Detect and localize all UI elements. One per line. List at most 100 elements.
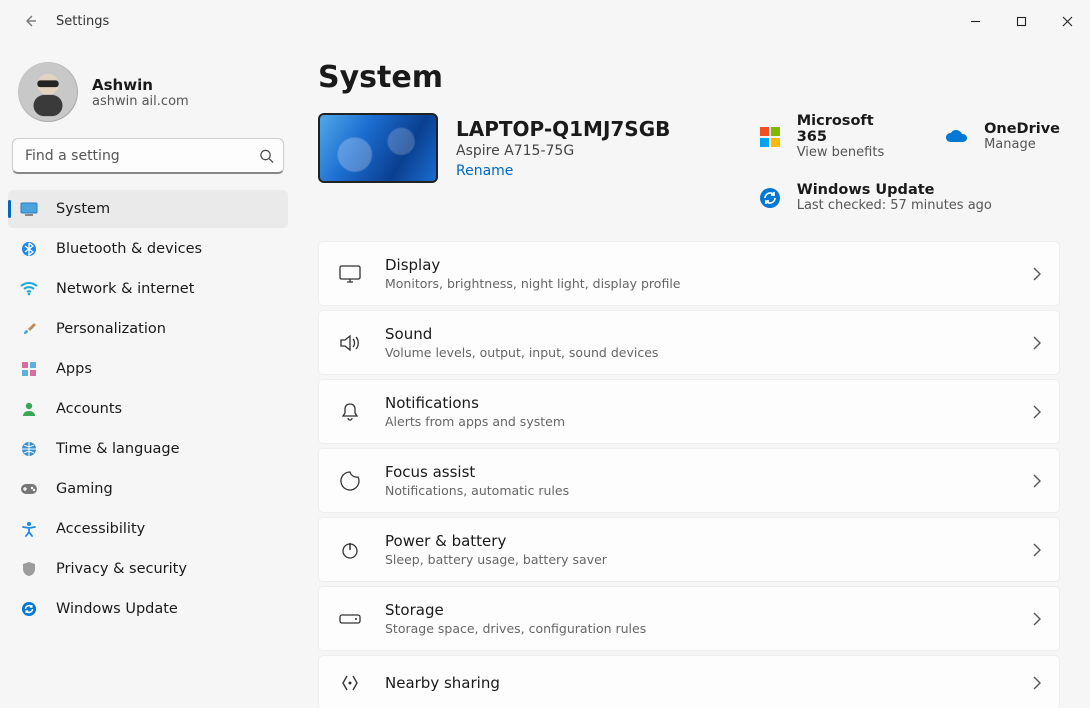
- card-sub: Volume levels, output, input, sound devi…: [385, 345, 658, 360]
- arrow-left-icon: [22, 13, 38, 29]
- promo-onedrive[interactable]: OneDrive Manage: [944, 113, 1060, 160]
- card-title: Power & battery: [385, 532, 607, 550]
- card-sub: Storage space, drives, configuration rul…: [385, 621, 646, 636]
- card-title: Storage: [385, 601, 646, 619]
- sidebar-item-label: Personalization: [56, 321, 166, 337]
- profile-block[interactable]: Ashwin ashwin ail.com: [18, 62, 288, 122]
- card-title: Sound: [385, 325, 658, 343]
- card-sub: Alerts from apps and system: [385, 414, 565, 429]
- search-icon: [259, 149, 274, 164]
- chevron-right-icon: [1033, 676, 1041, 690]
- minimize-button[interactable]: [952, 4, 998, 38]
- promo-title: OneDrive: [984, 121, 1060, 137]
- maximize-button[interactable]: [998, 4, 1044, 38]
- card-notifications[interactable]: Notifications Alerts from apps and syste…: [318, 379, 1060, 444]
- sidebar-item-apps[interactable]: Apps: [8, 350, 288, 388]
- card-sub: Monitors, brightness, night light, displ…: [385, 276, 680, 291]
- sidebar-item-label: Gaming: [56, 481, 113, 497]
- search-input[interactable]: [12, 138, 284, 174]
- close-icon: [1062, 16, 1073, 27]
- rename-link[interactable]: Rename: [456, 163, 670, 179]
- gaming-icon: [20, 480, 38, 498]
- card-sound[interactable]: Sound Volume levels, output, input, soun…: [318, 310, 1060, 375]
- main: System LAPTOP-Q1MJ7SGB Aspire A715-75G R…: [300, 42, 1090, 708]
- apps-icon: [20, 360, 38, 378]
- sidebar-item-label: Accessibility: [56, 521, 145, 537]
- sidebar-item-label: Windows Update: [56, 601, 178, 617]
- promo-sub: View benefits: [797, 145, 908, 160]
- close-button[interactable]: [1044, 4, 1090, 38]
- profile-email: ashwin ail.com: [92, 94, 189, 109]
- card-sub: Notifications, automatic rules: [385, 483, 569, 498]
- focus-icon: [337, 468, 363, 494]
- accounts-icon: [20, 400, 38, 418]
- card-nearby[interactable]: Nearby sharing: [318, 655, 1060, 708]
- promo-title: Windows Update: [797, 182, 992, 198]
- chevron-right-icon: [1033, 336, 1041, 350]
- sidebar-item-label: Accounts: [56, 401, 122, 417]
- titlebar: Settings: [0, 0, 1090, 42]
- card-title: Notifications: [385, 394, 565, 412]
- nearby-icon: [337, 670, 363, 696]
- power-icon: [337, 537, 363, 563]
- display-icon: [337, 261, 363, 287]
- sidebar-item-label: Privacy & security: [56, 561, 187, 577]
- header-row: LAPTOP-Q1MJ7SGB Aspire A715-75G Rename M…: [318, 113, 1060, 213]
- sidebar-item-label: System: [56, 201, 110, 217]
- minimize-icon: [970, 16, 981, 27]
- sidebar-item-accounts[interactable]: Accounts: [8, 390, 288, 428]
- card-display[interactable]: Display Monitors, brightness, night ligh…: [318, 241, 1060, 306]
- chevron-right-icon: [1033, 543, 1041, 557]
- promo-title: Microsoft 365: [797, 113, 908, 145]
- sidebar-item-label: Bluetooth & devices: [56, 241, 202, 257]
- brush-icon: [20, 320, 38, 338]
- promo-sub: Manage: [984, 137, 1060, 152]
- nav: System Bluetooth & devices Network & inter…: [8, 190, 288, 628]
- accessibility-icon: [20, 520, 38, 538]
- back-button[interactable]: [12, 3, 48, 39]
- sidebar-item-brush[interactable]: Personalization: [8, 310, 288, 348]
- sidebar: Ashwin ashwin ail.com System Bluetooth & …: [0, 42, 300, 708]
- chevron-right-icon: [1033, 612, 1041, 626]
- card-title: Display: [385, 256, 680, 274]
- bluetooth-icon: [20, 240, 38, 258]
- sound-icon: [337, 330, 363, 356]
- chevron-right-icon: [1033, 405, 1041, 419]
- device-block: LAPTOP-Q1MJ7SGB Aspire A715-75G Rename: [318, 113, 757, 183]
- sidebar-item-wifi[interactable]: Network & internet: [8, 270, 288, 308]
- windows-update-icon: [757, 185, 783, 211]
- card-storage[interactable]: Storage Storage space, drives, configura…: [318, 586, 1060, 651]
- system-icon: [20, 200, 38, 218]
- settings-cards: Display Monitors, brightness, night ligh…: [318, 241, 1060, 708]
- microsoft-365-icon: [757, 124, 783, 150]
- device-thumbnail: [318, 113, 438, 183]
- promo-microsoft-365[interactable]: Microsoft 365 View benefits: [757, 113, 908, 160]
- sidebar-item-label: Network & internet: [56, 281, 194, 297]
- chevron-right-icon: [1033, 267, 1041, 281]
- device-model: Aspire A715-75G: [456, 143, 670, 159]
- sidebar-item-privacy[interactable]: Privacy & security: [8, 550, 288, 588]
- device-name: LAPTOP-Q1MJ7SGB: [456, 117, 670, 141]
- onedrive-icon: [944, 124, 970, 150]
- notifications-icon: [337, 399, 363, 425]
- sidebar-item-time-language[interactable]: Time & language: [8, 430, 288, 468]
- maximize-icon: [1016, 16, 1027, 27]
- promo-sub: Last checked: 57 minutes ago: [797, 198, 992, 213]
- sidebar-item-label: Time & language: [56, 441, 180, 457]
- sidebar-item-update[interactable]: Windows Update: [8, 590, 288, 628]
- update-icon: [20, 600, 38, 618]
- card-sub: Sleep, battery usage, battery saver: [385, 552, 607, 567]
- profile-name: Ashwin: [92, 76, 189, 94]
- sidebar-item-system[interactable]: System: [8, 190, 288, 228]
- sidebar-item-accessibility[interactable]: Accessibility: [8, 510, 288, 548]
- promo-windows-update[interactable]: Windows Update Last checked: 57 minutes …: [757, 182, 1060, 213]
- card-focus[interactable]: Focus assist Notifications, automatic ru…: [318, 448, 1060, 513]
- card-title: Nearby sharing: [385, 674, 500, 692]
- page-title: System: [318, 60, 1060, 95]
- card-power[interactable]: Power & battery Sleep, battery usage, ba…: [318, 517, 1060, 582]
- sidebar-item-bluetooth[interactable]: Bluetooth & devices: [8, 230, 288, 268]
- chevron-right-icon: [1033, 474, 1041, 488]
- sidebar-item-label: Apps: [56, 361, 92, 377]
- wifi-icon: [20, 280, 38, 298]
- sidebar-item-gaming[interactable]: Gaming: [8, 470, 288, 508]
